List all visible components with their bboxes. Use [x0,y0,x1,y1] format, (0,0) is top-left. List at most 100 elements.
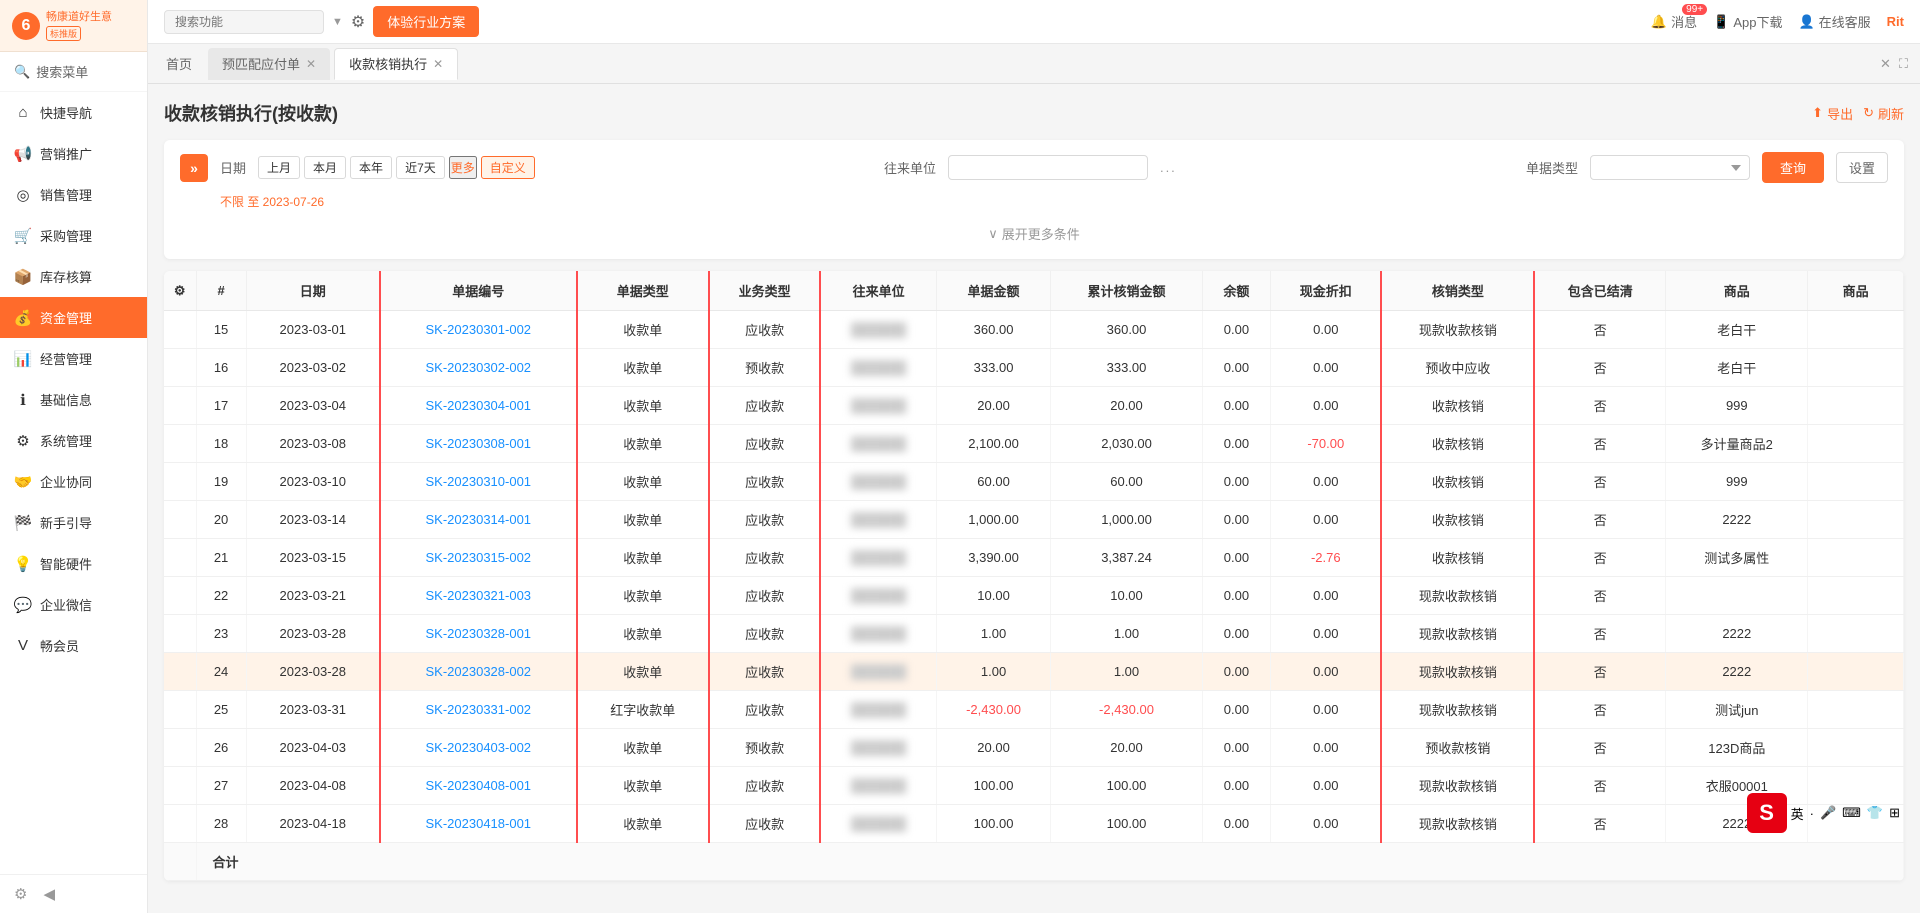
cell-cancel-amount: 10.00 [1051,577,1202,615]
filter-expand-button[interactable]: » [180,154,208,182]
app-download-button[interactable]: 📱 App下载 [1713,12,1782,31]
sidebar-item-operations[interactable]: 📊 经营管理 [0,338,147,379]
filter-partner-input[interactable] [948,155,1148,180]
sidebar-item-enterprise[interactable]: 🤝 企业协同 [0,461,147,502]
cell-balance: 0.00 [1202,387,1271,425]
filter-last-7-days[interactable]: 近7天 [396,156,445,179]
cell-voucher-no: SK-20230321-003 [380,577,577,615]
sidebar-item-finance[interactable]: 💰 资金管理 [0,297,147,338]
sidebar-search[interactable]: 🔍 搜索菜单 [0,52,147,92]
voucher-link[interactable]: SK-20230310-001 [426,474,532,489]
expand-more-conditions[interactable]: ∨ 展开更多条件 [180,220,1888,247]
messages-button[interactable]: 🔔 消息 99+ [1651,12,1697,31]
voucher-link[interactable]: SK-20230308-001 [426,436,532,451]
cell-include-settled: 否 [1534,805,1665,843]
maximize-icon[interactable]: ⛶ [1899,56,1908,72]
industry-solution-button[interactable]: 体验行业方案 [373,6,479,37]
shirt-icon[interactable]: 👕 [1867,805,1883,821]
voucher-link[interactable]: SK-20230301-002 [426,322,532,337]
close-window-icon[interactable]: ✕ [1880,56,1891,72]
purchase-icon: 🛒 [14,227,32,245]
filter-last-month[interactable]: 上月 [258,156,300,179]
voucher-link[interactable]: SK-20230321-003 [426,588,532,603]
cell-cancel-type: 现款收款核销 [1381,805,1534,843]
sidebar-item-inventory[interactable]: 📦 库存核算 [0,256,147,297]
cell-balance: 0.00 [1202,539,1271,577]
cell-amount: 1.00 [936,653,1051,691]
voucher-link[interactable]: SK-20230331-002 [426,702,532,717]
cell-date: 2023-03-01 [246,311,380,349]
apps-icon[interactable]: ⊞ [1889,805,1900,821]
tab-pre-payment[interactable]: 预匹配应付单 ✕ [208,48,330,80]
cell-balance: 0.00 [1202,425,1271,463]
voucher-link[interactable]: SK-20230403-002 [426,740,532,755]
sidebar-item-marketing[interactable]: 📢 营销推广 [0,133,147,174]
cell-product2 [1808,539,1904,577]
filter-partner-label: 往来单位 [884,158,936,177]
voucher-link[interactable]: SK-20230315-002 [426,550,532,565]
tab-home[interactable]: 首页 [152,48,206,80]
cell-cancel-type: 预收款核销 [1381,729,1534,767]
sidebar-item-purchase[interactable]: 🛒 采购管理 [0,215,147,256]
page-title: 收款核销执行(按收款) [164,100,338,126]
mic-icon[interactable]: 🎤 [1820,805,1836,821]
cell-settings [164,729,196,767]
sidebar-item-basic[interactable]: ℹ 基础信息 [0,379,147,420]
th-cancel-type: 核销类型 [1381,271,1534,311]
english-icon[interactable]: 英 [1791,804,1804,823]
sidebar-item-system[interactable]: ⚙ 系统管理 [0,420,147,461]
cell-partner: ██████ [820,767,936,805]
cell-voucher-type: 红字收款单 [577,691,709,729]
refresh-button[interactable]: ↻ 刷新 [1863,104,1904,123]
filter-this-month[interactable]: 本月 [304,156,346,179]
query-button[interactable]: 查询 [1762,152,1824,183]
sidebar-item-member[interactable]: V 畅会员 [0,625,147,666]
cell-include-settled: 否 [1534,349,1665,387]
sidebar-item-quick-nav[interactable]: ⌂ 快捷导航 [0,92,147,133]
cell-voucher-no: SK-20230301-002 [380,311,577,349]
sidebar-item-wechat[interactable]: 💬 企业微信 [0,584,147,625]
grid-icon[interactable]: ⌨ [1842,805,1861,821]
sidebar-item-label: 系统管理 [40,431,92,450]
cell-balance: 0.00 [1202,805,1271,843]
cell-voucher-type: 收款单 [577,463,709,501]
tab-close-icon[interactable]: ✕ [433,57,443,71]
voucher-link[interactable]: SK-20230328-002 [426,664,532,679]
collapse-icon[interactable]: ◀ [43,885,55,903]
gear-icon[interactable]: ⚙ [351,12,365,32]
voucher-link[interactable]: SK-20230302-002 [426,360,532,375]
tab-collection-cancel[interactable]: 收款核销执行 ✕ [334,48,458,80]
voucher-link[interactable]: SK-20230328-001 [426,626,532,641]
table-scroll[interactable]: ⚙ # 日期 单据编号 单据类型 业务类型 往来单位 单据金额 累计核销金额 余… [164,271,1904,881]
cell-cancel-amount: 360.00 [1051,311,1202,349]
online-service-button[interactable]: 👤 在线客服 [1798,12,1870,31]
sidebar-item-sales[interactable]: ◎ 销售管理 [0,174,147,215]
settings-button[interactable]: 设置 [1836,152,1888,183]
user-profile[interactable]: Rit [1887,14,1904,29]
filter-voucher-type-select[interactable]: 收款单 红字收款单 [1590,155,1750,180]
export-button[interactable]: ⬆ 导出 [1812,104,1853,123]
voucher-link[interactable]: SK-20230304-001 [426,398,532,413]
cell-voucher-no: SK-20230331-002 [380,691,577,729]
main-area: ▼ ⚙ 体验行业方案 🔔 消息 99+ 📱 App下载 👤 在线客服 Rit [148,0,1920,913]
sidebar-item-hardware[interactable]: 💡 智能硬件 [0,543,147,584]
sidebar-item-guide[interactable]: 🏁 新手引导 [0,502,147,543]
voucher-link[interactable]: SK-20230418-001 [426,816,532,831]
cell-voucher-no: SK-20230328-001 [380,615,577,653]
filter-more-dates[interactable]: 更多 [449,156,477,179]
filter-custom-date[interactable]: 自定义 [481,156,535,179]
cell-amount: 20.00 [936,729,1051,767]
cell-product: 2222 [1666,501,1808,539]
inventory-icon: 📦 [14,268,32,286]
cell-amount: -2,430.00 [936,691,1051,729]
voucher-link[interactable]: SK-20230314-001 [426,512,532,527]
voucher-link[interactable]: SK-20230408-001 [426,778,532,793]
filter-this-year[interactable]: 本年 [350,156,392,179]
cell-cancel-type: 现款收款核销 [1381,311,1534,349]
cell-balance: 0.00 [1202,691,1271,729]
tab-close-icon[interactable]: ✕ [306,57,316,71]
cell-biz-type: 预收款 [709,729,821,767]
search-input[interactable] [164,10,324,34]
settings-bottom-icon[interactable]: ⚙ [14,885,27,903]
th-settings[interactable]: ⚙ [164,271,196,311]
